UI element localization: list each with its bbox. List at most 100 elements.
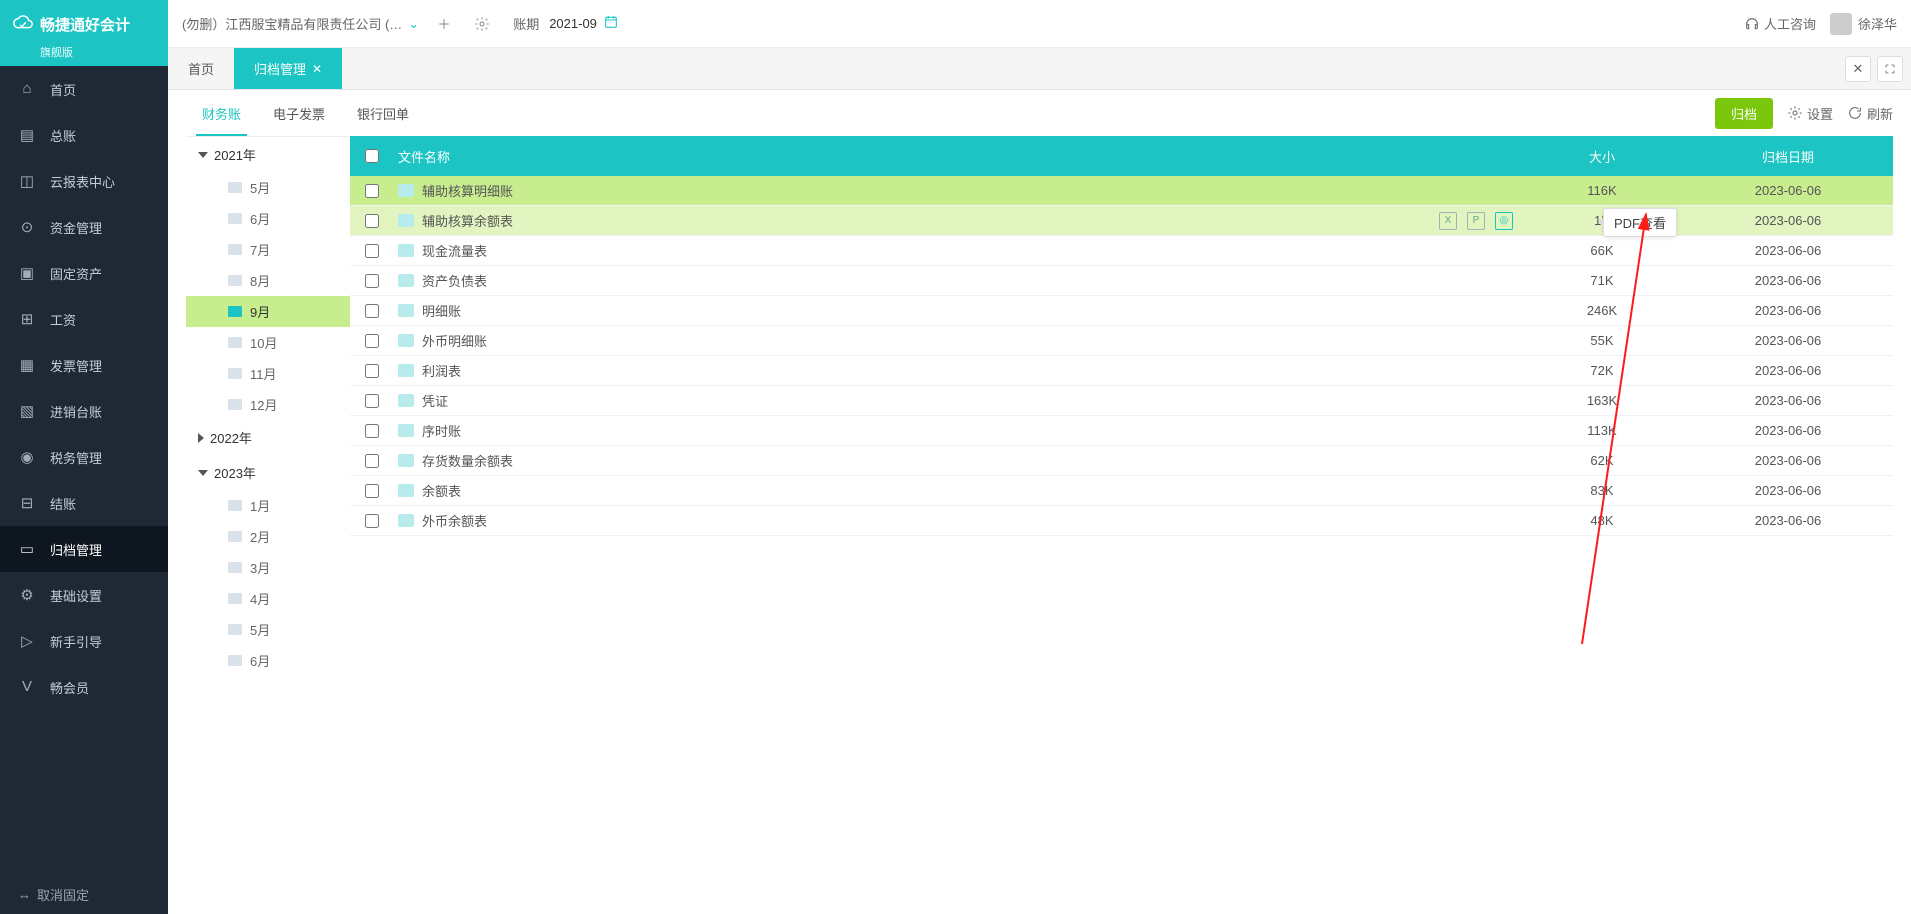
nav-icon: ▦ <box>18 356 36 374</box>
sidebar: 畅捷通好会计 旗舰版 ⌂首页▤总账◫云报表中心⊙资金管理▣固定资产⊞工资▦发票管… <box>0 0 168 914</box>
nav-icon: ▭ <box>18 540 36 558</box>
close-icon[interactable]: ✕ <box>312 62 322 76</box>
folder-icon <box>228 500 242 511</box>
brand-name: 畅捷通好会计 <box>40 14 130 35</box>
subtab-2[interactable]: 银行回单 <box>341 90 425 136</box>
fullscreen-icon[interactable] <box>1877 56 1903 82</box>
row-checkbox[interactable] <box>365 484 379 498</box>
refresh-link[interactable]: 刷新 <box>1847 104 1893 123</box>
file-date: 2023-06-06 <box>1683 393 1893 408</box>
table-row[interactable]: 余额表83K2023-06-06 <box>350 476 1893 506</box>
table-row[interactable]: 序时账113K2023-06-06 <box>350 416 1893 446</box>
tree-month[interactable]: 1月 <box>186 490 350 521</box>
table-row[interactable]: 现金流量表66K2023-06-06 <box>350 236 1893 266</box>
nav-item-3[interactable]: ⊙资金管理 <box>0 204 168 250</box>
nav-item-13[interactable]: V畅会员 <box>0 664 168 710</box>
nav-icon: ⚙ <box>18 586 36 604</box>
tree-month[interactable]: 7月 <box>186 234 350 265</box>
nav-item-1[interactable]: ▤总账 <box>0 112 168 158</box>
month-label: 2月 <box>250 527 270 546</box>
caret-icon <box>198 152 208 158</box>
tab-1[interactable]: 归档管理✕ <box>234 48 342 89</box>
company-name: (勿删）江西服宝精品有限责任公司 (… <box>182 14 402 33</box>
tree-month[interactable]: 10月 <box>186 327 350 358</box>
row-checkbox[interactable] <box>365 244 379 258</box>
nav-item-10[interactable]: ▭ 归档管理 <box>0 526 168 572</box>
tab-close-button[interactable]: ✕ <box>1845 56 1871 82</box>
file-name: 余额表 <box>422 481 461 500</box>
nav-item-5[interactable]: ⊞工资 <box>0 296 168 342</box>
chevron-down-icon: ⌄ <box>408 16 419 32</box>
unpin-button[interactable]: ↔ 取消固定 <box>0 874 168 914</box>
tree-month[interactable]: 6月 <box>186 203 350 234</box>
file-name: 序时账 <box>422 421 461 440</box>
tree-month[interactable]: 9月 <box>186 296 350 327</box>
nav-item-8[interactable]: ◉税务管理 <box>0 434 168 480</box>
month-label: 3月 <box>250 558 270 577</box>
archive-button[interactable]: 归档 <box>1715 98 1773 129</box>
gear-icon[interactable] <box>469 11 495 37</box>
subtab-1[interactable]: 电子发票 <box>257 90 341 136</box>
nav-item-11[interactable]: ⚙基础设置 <box>0 572 168 618</box>
nav-item-9[interactable]: ⊟结账 <box>0 480 168 526</box>
row-checkbox[interactable] <box>365 424 379 438</box>
tab-0[interactable]: 首页 <box>168 48 234 89</box>
nav-icon: ▧ <box>18 402 36 420</box>
tree-month[interactable]: 3月 <box>186 552 350 583</box>
row-checkbox[interactable] <box>365 184 379 198</box>
nav-label: 首页 <box>50 80 76 99</box>
folder-icon <box>228 593 242 604</box>
table-row[interactable]: 外币明细账55K2023-06-06 <box>350 326 1893 356</box>
row-checkbox[interactable] <box>365 334 379 348</box>
nav-item-4[interactable]: ▣固定资产 <box>0 250 168 296</box>
export-pdf-icon[interactable]: P <box>1467 212 1485 230</box>
table-row[interactable]: 外币余额表48K2023-06-06 <box>350 506 1893 536</box>
company-selector[interactable]: (勿删）江西服宝精品有限责任公司 (… ⌄ <box>182 14 419 33</box>
select-all-checkbox[interactable] <box>365 149 379 163</box>
nav-item-6[interactable]: ▦发票管理 <box>0 342 168 388</box>
file-icon <box>398 394 414 407</box>
tree-month[interactable]: 5月 <box>186 614 350 645</box>
row-checkbox[interactable] <box>365 214 379 228</box>
month-label: 11月 <box>250 364 277 383</box>
table-row[interactable]: 利润表72K2023-06-06 <box>350 356 1893 386</box>
tree-month[interactable]: 12月 <box>186 389 350 420</box>
nav-item-0[interactable]: ⌂首页 <box>0 66 168 112</box>
nav-label: 总账 <box>50 126 76 145</box>
nav-item-2[interactable]: ◫云报表中心 <box>0 158 168 204</box>
tree-month[interactable]: 8月 <box>186 265 350 296</box>
nav-item-7[interactable]: ▧进销台账 <box>0 388 168 434</box>
tree-year[interactable]: 2021年 <box>186 137 350 172</box>
nav-icon: ▣ <box>18 264 36 282</box>
table-row[interactable]: 辅助核算明细账116K2023-06-06 <box>350 176 1893 206</box>
consult-link[interactable]: 人工咨询 <box>1744 14 1816 33</box>
settings-link[interactable]: 设置 <box>1787 104 1833 123</box>
tree-month[interactable]: 6月 <box>186 645 350 676</box>
add-icon[interactable] <box>431 11 457 37</box>
tree-year[interactable]: 2023年 <box>186 455 350 490</box>
row-checkbox[interactable] <box>365 364 379 378</box>
row-checkbox[interactable] <box>365 454 379 468</box>
tree-month[interactable]: 2月 <box>186 521 350 552</box>
row-checkbox[interactable] <box>365 394 379 408</box>
table-row[interactable]: 辅助核算余额表XP◎PDF查看1K2023-06-06 <box>350 206 1893 236</box>
calendar-icon[interactable] <box>603 14 619 33</box>
row-checkbox[interactable] <box>365 514 379 528</box>
user-menu[interactable]: 徐泽华 <box>1830 13 1897 35</box>
tree-month[interactable]: 5月 <box>186 172 350 203</box>
table-row[interactable]: 明细账246K2023-06-06 <box>350 296 1893 326</box>
table-row[interactable]: 存货数量余额表62K2023-06-06 <box>350 446 1893 476</box>
table-row[interactable]: 凭证163K2023-06-06 <box>350 386 1893 416</box>
tree-month[interactable]: 4月 <box>186 583 350 614</box>
table-row[interactable]: 资产负债表71K2023-06-06 <box>350 266 1893 296</box>
subtab-0[interactable]: 财务账 <box>186 90 257 136</box>
row-checkbox[interactable] <box>365 274 379 288</box>
nav-item-12[interactable]: ▷新手引导 <box>0 618 168 664</box>
folder-icon <box>228 624 242 635</box>
nav-label: 归档管理 <box>50 540 102 559</box>
tree-year[interactable]: 2022年 <box>186 420 350 455</box>
tree-month[interactable]: 11月 <box>186 358 350 389</box>
row-checkbox[interactable] <box>365 304 379 318</box>
export-excel-icon[interactable]: X <box>1439 212 1457 230</box>
view-pdf-icon[interactable]: ◎ <box>1495 212 1513 230</box>
